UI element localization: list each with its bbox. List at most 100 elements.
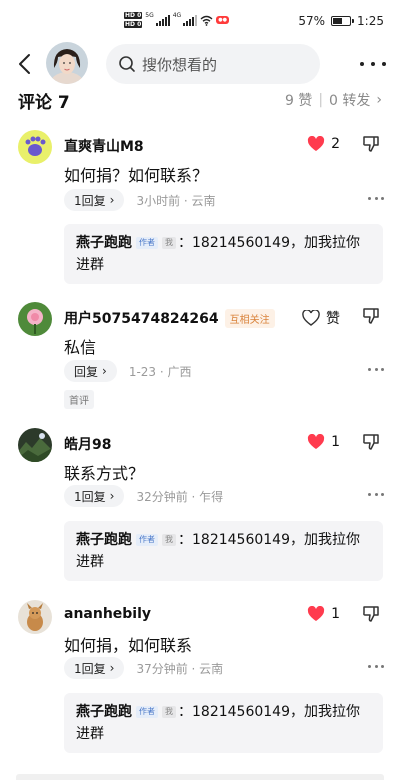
me-badge: 我 xyxy=(162,237,176,249)
dislike-icon[interactable] xyxy=(362,432,380,452)
like-button[interactable]: 1 xyxy=(307,606,340,622)
commenter-name-text: ananhebily xyxy=(64,606,152,622)
wifi-icon xyxy=(200,15,213,26)
commenter-avatar[interactable] xyxy=(18,130,52,164)
signal-icon-2 xyxy=(183,14,198,26)
search-input[interactable]: 搜你想看的 xyxy=(106,44,320,84)
author-badge: 作者 xyxy=(136,237,158,249)
comment-meta: 回复 › 1-23 · 广西 xyxy=(64,360,384,382)
comment-item: 直爽青山M8 2 如何捐？如何联系？ 1回复 › 3小时前 · 云南 燕子跑跑 作者… xyxy=(0,130,400,285)
first-comment-badge: 首评 xyxy=(64,390,94,409)
comment-meta: 1回复 › 32分钟前 · 乍得 xyxy=(64,485,384,507)
stats-separator: | xyxy=(318,92,324,108)
reposts-count: 0 转发 xyxy=(329,93,371,109)
commenter-name[interactable]: 直爽青山M8 xyxy=(64,136,144,156)
comment-meta: 1回复 › 37分钟前 · 云南 xyxy=(64,657,384,679)
reply-preview[interactable]: 燕子跑跑 作者我：18214560149，加我拉你进群 xyxy=(64,693,383,753)
commenter-name-text: 用户5075474824264 xyxy=(64,311,219,327)
like-label: 赞 xyxy=(326,311,340,327)
reply-button[interactable]: 1回复 › xyxy=(64,485,125,507)
hd-indicator: HD 0 HD 0 xyxy=(124,12,143,28)
chevron-right-icon: › xyxy=(109,661,115,675)
like-count: 1 xyxy=(331,606,340,622)
dislike-icon[interactable] xyxy=(362,604,380,624)
signal-icon xyxy=(155,14,170,26)
reply-button[interactable]: 回复 › xyxy=(64,360,117,382)
dislike-icon[interactable] xyxy=(362,134,380,154)
status-icons-right: 57% 1:25 xyxy=(298,14,384,28)
reply-preview[interactable]: 燕子跑跑 作者我：18214560149，加我拉你进群 xyxy=(64,224,383,284)
app-notification-icon: ●● xyxy=(216,16,229,24)
heart-filled-icon xyxy=(307,434,325,449)
likes-count: 9 赞 xyxy=(284,93,313,109)
reply-author: 燕子跑跑 xyxy=(76,532,132,548)
comments-count-title: 评论 7 xyxy=(18,93,70,113)
chevron-right-icon: › xyxy=(109,489,115,503)
comment-meta: 1回复 › 3小时前 · 云南 xyxy=(64,189,384,211)
commenter-name-text: 直爽青山M8 xyxy=(64,139,144,155)
comment-more-icon[interactable] xyxy=(368,197,384,200)
comment-text: 私信 xyxy=(64,338,97,357)
comment-more-icon[interactable] xyxy=(368,665,384,668)
comment-item: 用户5075474824264 互相关注 赞 私信 回复 › 1-23 · 广西 首… xyxy=(0,302,400,412)
comment-more-icon[interactable] xyxy=(368,368,384,371)
clock: 1:25 xyxy=(357,14,384,28)
me-badge: 我 xyxy=(162,706,176,718)
comment-time-location: 3小时前 · 云南 xyxy=(136,193,216,208)
comment-text: 如何捐，如何联系 xyxy=(64,636,193,655)
hd-label-2: HD 0 xyxy=(124,21,143,28)
comment-more-icon[interactable] xyxy=(368,493,384,496)
reply-author: 燕子跑跑 xyxy=(76,704,132,720)
status-bar: HD 0 HD 0 5G 4G ●● 57% 1:25 xyxy=(0,0,400,44)
commenter-avatar[interactable] xyxy=(18,302,52,336)
back-icon[interactable] xyxy=(14,51,38,77)
like-button[interactable]: 2 xyxy=(307,136,340,152)
reply-label: 回复 xyxy=(74,364,99,379)
top-nav: 搜你想看的 xyxy=(0,42,400,86)
comment-item: 皓月98 1 联系方式？ 1回复 › 32分钟前 · 乍得 燕子跑跑 作者我：182… xyxy=(0,428,400,583)
commenter-name-text: 皓月98 xyxy=(64,437,112,453)
reply-label: 1回复 xyxy=(74,661,106,676)
reply-preview[interactable]: 燕子跑跑 作者我：18214560149，加我拉你进群 xyxy=(64,521,383,581)
comment-time-location: 37分钟前 · 云南 xyxy=(136,661,224,676)
heart-filled-icon xyxy=(307,606,325,621)
reply-label: 1回复 xyxy=(74,193,106,208)
mutual-follow-badge: 互相关注 xyxy=(224,308,275,328)
status-icons-left: HD 0 HD 0 5G 4G ●● xyxy=(124,12,229,28)
search-icon xyxy=(119,56,135,72)
comment-time-location: 32分钟前 · 乍得 xyxy=(136,489,224,504)
commenter-name[interactable]: 用户5075474824264 互相关注 xyxy=(64,308,275,328)
me-badge: 我 xyxy=(162,534,176,546)
commenter-name[interactable]: ananhebily xyxy=(64,606,151,622)
chevron-right-icon: › xyxy=(109,193,115,207)
battery-icon xyxy=(331,16,355,26)
like-button[interactable]: 赞 xyxy=(302,308,340,328)
comment-text: 联系方式？ xyxy=(64,464,145,483)
reply-button[interactable]: 1回复 › xyxy=(64,189,125,211)
hd-label-1: HD 0 xyxy=(124,12,143,19)
commenter-avatar[interactable] xyxy=(18,428,52,462)
comment-time-location: 1-23 · 广西 xyxy=(128,364,192,379)
author-badge: 作者 xyxy=(136,706,158,718)
search-placeholder: 搜你想看的 xyxy=(142,55,218,74)
commenter-avatar[interactable] xyxy=(18,600,52,634)
dislike-icon[interactable] xyxy=(362,306,380,326)
author-badge: 作者 xyxy=(136,534,158,546)
bottom-input-bar[interactable] xyxy=(16,774,384,780)
heart-outline-icon xyxy=(302,310,320,326)
reply-label: 1回复 xyxy=(74,489,106,504)
like-count: 2 xyxy=(331,136,340,152)
author-avatar[interactable] xyxy=(46,42,88,84)
commenter-name[interactable]: 皓月98 xyxy=(64,434,111,454)
reply-button[interactable]: 1回复 › xyxy=(64,657,125,679)
comments-header: 评论 7 9 赞 | 0 转发 › xyxy=(0,88,400,114)
comment-item: ananhebily 1 如何捐，如何联系 1回复 › 37分钟前 · 云南 燕子… xyxy=(0,600,400,755)
network-type-2: 4G xyxy=(172,12,182,19)
post-stats[interactable]: 9 赞 | 0 转发 › xyxy=(285,90,382,110)
like-button[interactable]: 1 xyxy=(307,434,340,450)
more-icon[interactable] xyxy=(360,52,386,76)
chevron-right-icon: › xyxy=(376,92,382,108)
battery-percent: 57% xyxy=(298,14,326,28)
comment-text: 如何捐？如何联系？ xyxy=(64,166,209,185)
chevron-right-icon: › xyxy=(102,364,107,378)
